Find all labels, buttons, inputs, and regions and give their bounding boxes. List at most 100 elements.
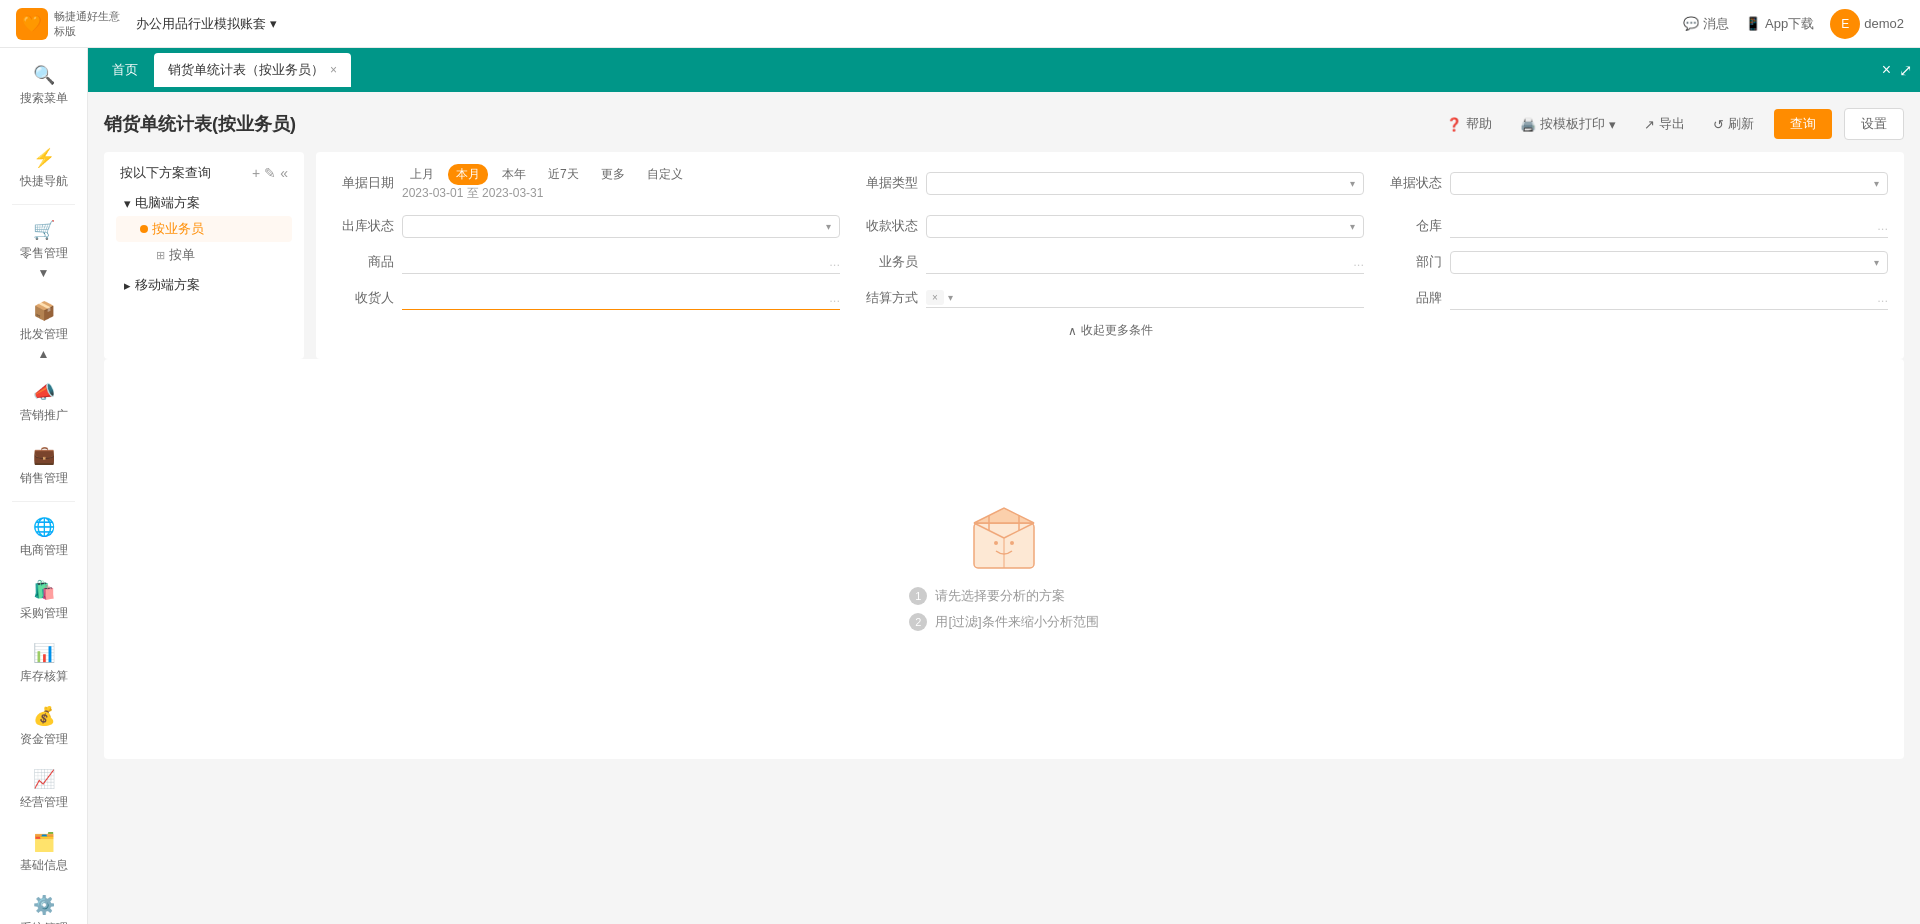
scheme-item-by-order[interactable]: ⊞ 按单	[116, 242, 292, 268]
date-btn-this-year[interactable]: 本年	[494, 164, 534, 185]
paymentmethod-tag: ×	[926, 290, 944, 305]
collapse-icon: ∧	[1068, 324, 1077, 338]
brand-with-dots[interactable]: ...	[1450, 286, 1888, 310]
query-button[interactable]: 查询	[1774, 109, 1832, 139]
sidebar-item-finance[interactable]: 💰 资金管理	[0, 695, 87, 758]
scheme-group-header-mobile[interactable]: ▸ 移动端方案	[116, 272, 292, 298]
filter-item-outstatus: 出库状态 ▾	[332, 214, 840, 238]
sidebar-divider-2	[12, 204, 75, 205]
search-icon: 🔍	[33, 64, 55, 86]
scheme-item-by-salesperson[interactable]: 按业务员	[116, 216, 292, 242]
settings-button[interactable]: 设置	[1844, 108, 1904, 140]
doctype-control[interactable]: ▾	[926, 172, 1364, 195]
filter-item-paymentstatus: 收款状态 ▾	[856, 214, 1364, 238]
app-download-button[interactable]: 📱 App下载	[1745, 15, 1814, 33]
help-button[interactable]: ❓ 帮助	[1438, 111, 1500, 137]
tab-close-icon[interactable]: ×	[330, 63, 337, 77]
paymentstatus-control[interactable]: ▾	[926, 215, 1364, 238]
tab-minimize-button[interactable]: ×	[1882, 61, 1891, 80]
ecommerce-icon: 🌐	[33, 516, 55, 538]
scheme-add-button[interactable]: +	[252, 165, 260, 181]
sidebar-item-sales[interactable]: 💼 销售管理	[0, 434, 87, 497]
sidebar-item-retail[interactable]: 🛒 零售管理 ▼	[0, 209, 87, 290]
goods-with-dots[interactable]: ...	[402, 250, 840, 274]
sidebar-item-marketing[interactable]: 📣 营销推广	[0, 371, 87, 434]
date-btn-this-month[interactable]: 本月	[448, 164, 488, 185]
brand-control[interactable]: ...	[1450, 286, 1888, 310]
date-btn-more[interactable]: 更多	[593, 164, 633, 185]
tab-maximize-button[interactable]: ⤢	[1899, 61, 1912, 80]
goods-control[interactable]: ...	[402, 250, 840, 274]
outstatus-control[interactable]: ▾	[402, 215, 840, 238]
collapse-button[interactable]: ∧ 收起更多条件	[1068, 322, 1153, 339]
chevron-down-icon: ▾	[948, 292, 953, 303]
sidebar-item-basic[interactable]: 🗂️ 基础信息	[0, 821, 87, 884]
paymentstatus-select[interactable]: ▾	[926, 215, 1364, 238]
doctype-select[interactable]: ▾	[926, 172, 1364, 195]
print-button[interactable]: 🖨️ 按模板打印 ▾	[1512, 111, 1624, 137]
salesperson-with-dots[interactable]: ...	[926, 250, 1364, 274]
filter-grid-4: 收货人 ... 结算方式	[332, 286, 1888, 310]
sidebar-item-ecommerce[interactable]: 🌐 电商管理	[0, 506, 87, 569]
sidebar-item-purchase[interactable]: 🛍️ 采购管理	[0, 569, 87, 632]
basic-icon: 🗂️	[33, 831, 55, 853]
help-icon: ❓	[1446, 117, 1462, 132]
scheme-collapse-button[interactable]: «	[280, 165, 288, 181]
logo-area: 🧡 畅捷通好生意 标版	[16, 8, 120, 40]
app-selector[interactable]: 办公用品行业模拟账套 ▾	[128, 11, 285, 37]
filter-item-salesperson: 业务员 ...	[856, 250, 1364, 274]
scheme-group-mobile: ▸ 移动端方案	[116, 272, 292, 298]
paymentmethod-tag-row: × ▾	[926, 288, 1364, 308]
goods-dots[interactable]: ...	[829, 254, 840, 269]
sidebar-item-inventory[interactable]: 📊 库存核算	[0, 632, 87, 695]
warehouse-control[interactable]: ...	[1450, 214, 1888, 238]
department-select[interactable]: ▾	[1450, 251, 1888, 274]
scheme-actions: + ✎ «	[252, 165, 288, 181]
tab-bar: 首页 销货单统计表（按业务员） × × ⤢	[88, 48, 1920, 92]
filter-item-date: 单据日期 上月 本月 本年 近7天 更多 自定义 20	[332, 164, 840, 202]
sidebar-item-search[interactable]: 🔍 搜索菜单	[0, 54, 87, 117]
docstatus-select[interactable]: ▾	[1450, 172, 1888, 195]
sidebar-item-wholesale[interactable]: 📦 批发管理 ▲	[0, 290, 87, 371]
sidebar-divider-3	[12, 501, 75, 502]
user-menu[interactable]: E demo2	[1830, 9, 1904, 39]
brand-dots[interactable]: ...	[1877, 290, 1888, 305]
sidebar-item-quicknav[interactable]: ⚡ 快捷导航	[0, 137, 87, 200]
tab-active[interactable]: 销货单统计表（按业务员） ×	[154, 53, 351, 87]
sidebar-item-system[interactable]: ⚙️ 系统管理	[0, 884, 87, 924]
salesperson-dots[interactable]: ...	[1353, 254, 1364, 269]
refresh-button[interactable]: ↺ 刷新	[1705, 111, 1762, 137]
chevron-down-icon: ▾	[124, 196, 131, 211]
chevron-right-icon: ▸	[124, 278, 131, 293]
receiver-with-dots[interactable]: ...	[402, 286, 840, 310]
message-button[interactable]: 💬 消息	[1683, 15, 1729, 33]
date-btn-custom[interactable]: 自定义	[639, 164, 691, 185]
salesperson-control[interactable]: ...	[926, 250, 1364, 274]
date-control: 上月 本月 本年 近7天 更多 自定义 2023-03-01 至 2023-03…	[402, 164, 840, 202]
warehouse-dots[interactable]: ...	[1877, 218, 1888, 233]
filter-main: 按以下方案查询 + ✎ « ▾ 电脑端方案	[104, 152, 1904, 359]
print-chevron-icon: ▾	[1609, 117, 1616, 132]
main-layout: 🔍 搜索菜单 ⚡ 快捷导航 🛒 零售管理 ▼ 📦 批发管理 ▲ 📣	[0, 48, 1920, 924]
sidebar-item-operations[interactable]: 📈 经营管理	[0, 758, 87, 821]
filter-item-docstatus: 单据状态 ▾	[1380, 164, 1888, 202]
print-icon: 🖨️	[1520, 117, 1536, 132]
scheme-edit-button[interactable]: ✎	[264, 165, 276, 181]
receiver-control[interactable]: ...	[402, 286, 840, 310]
empty-tip-1: 1 请先选择要分析的方案	[909, 583, 1098, 609]
scheme-group-header-desktop[interactable]: ▾ 电脑端方案	[116, 190, 292, 216]
filters-container: 单据日期 上月 本月 本年 近7天 更多 自定义 20	[316, 152, 1904, 359]
tab-home[interactable]: 首页	[96, 53, 154, 87]
receiver-dots[interactable]: ...	[829, 290, 840, 305]
paymentmethod-control[interactable]: × ▾	[926, 288, 1364, 308]
docstatus-control[interactable]: ▾	[1450, 172, 1888, 195]
inventory-icon: 📊	[33, 642, 55, 664]
department-control[interactable]: ▾	[1450, 251, 1888, 274]
date-btn-last-month[interactable]: 上月	[402, 164, 442, 185]
outstatus-select[interactable]: ▾	[402, 215, 840, 238]
date-btn-7days[interactable]: 近7天	[540, 164, 587, 185]
tag-close-icon[interactable]: ×	[932, 292, 938, 303]
export-button[interactable]: ↗ 导出	[1636, 111, 1693, 137]
warehouse-with-dots[interactable]: ...	[1450, 214, 1888, 238]
expand-icon: ▲	[38, 347, 50, 361]
